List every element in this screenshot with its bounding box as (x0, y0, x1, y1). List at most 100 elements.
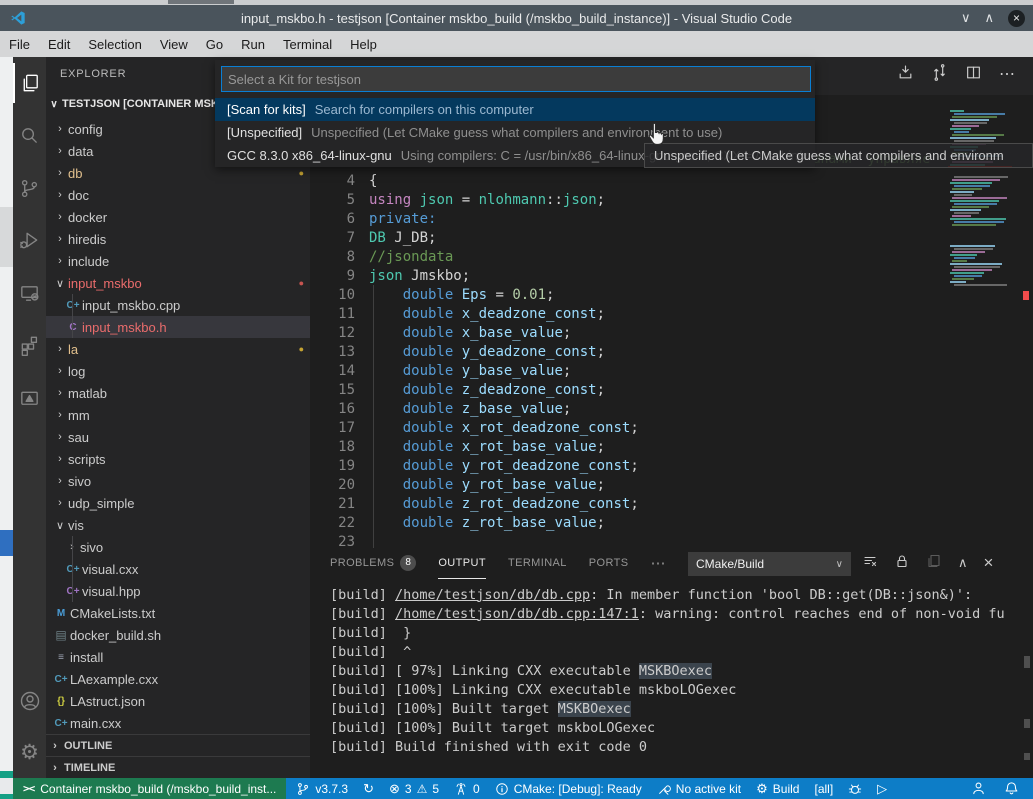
close-icon[interactable]: × (1008, 9, 1025, 27)
tree-item-main.cxx[interactable]: C+ main.cxx (46, 712, 310, 734)
panel-scroll-mark (1024, 753, 1030, 760)
open-in-editor-icon[interactable] (926, 553, 942, 574)
tree-item-visual.cxx[interactable]: C+ visual.cxx (46, 558, 310, 580)
status-cmake-status[interactable]: CMake: [Debug]: Ready (495, 782, 642, 796)
cmake-icon (18, 387, 41, 410)
menu-selection[interactable]: Selection (79, 31, 150, 57)
chevron-down-icon: ∨ (835, 558, 843, 570)
tree-item-LAstruct.json[interactable]: {} LAstruct.json (46, 690, 310, 712)
tools-icon (657, 782, 671, 796)
tree-item-mm[interactable]: › mm (46, 404, 310, 426)
activity-cmake[interactable] (13, 378, 46, 418)
remote-indicator[interactable]: >< Container mskbo_build (/mskbo_build_i… (13, 778, 287, 799)
quickpick-item-0[interactable]: [Scan for kits] Search for compilers on t… (215, 98, 815, 121)
tab-output[interactable]: OUTPUT (438, 548, 486, 579)
tree-item-scripts[interactable]: › scripts (46, 448, 310, 470)
activity-accounts[interactable] (13, 681, 46, 721)
menu-edit[interactable]: Edit (39, 31, 79, 57)
menu-view[interactable]: View (151, 31, 197, 57)
status-debug-target[interactable] (848, 782, 862, 796)
panel-close-icon[interactable]: × (984, 554, 994, 573)
tree-item-doc[interactable]: › doc (46, 184, 310, 206)
tree-item-sau[interactable]: › sau (46, 426, 310, 448)
status-feedback[interactable] (971, 781, 986, 796)
file-link[interactable]: /home/testjson/db/db.cpp:147:1 (395, 606, 639, 622)
more-actions-icon: ⋯ (999, 66, 1015, 83)
tree-item-visual.hpp[interactable]: C+ visual.hpp (46, 580, 310, 602)
menu-bar: File Edit Selection View Go Run Terminal Help (0, 31, 1033, 57)
code-line-13: 13 double y_deadzone_const; (338, 343, 606, 360)
status-build[interactable]: ⚙ Build (756, 782, 799, 796)
code-line-18: 18 double x_rot_base_value; (338, 438, 606, 455)
tree-item-install[interactable]: ≡ install (46, 646, 310, 668)
menu-terminal[interactable]: Terminal (274, 31, 341, 57)
panel-more-icon[interactable]: ⋯ (651, 548, 666, 578)
status-problems[interactable]: ⊗ 3 ⚠ 5 (389, 782, 439, 796)
maximize-icon[interactable]: ∧ (984, 10, 994, 26)
output-channel-select[interactable]: CMake/Build ∨ (688, 552, 851, 576)
file-icon-cmake: M (56, 607, 66, 619)
tab-ports[interactable]: PORTS (589, 548, 629, 578)
output-line: [build] } (330, 624, 412, 641)
feedback-icon (971, 781, 986, 796)
status-launch-target[interactable]: ▷ (877, 782, 887, 795)
outline-section[interactable]: › OUTLINE (46, 734, 310, 757)
status-build-target[interactable]: [all] (814, 782, 833, 796)
file-link[interactable]: /home/testjson/db/db.cpp (395, 587, 590, 603)
tree-item-vis[interactable]: ∨ vis (46, 514, 310, 536)
tree-item-la[interactable]: › la ● (46, 338, 310, 360)
tree-item-docker[interactable]: › docker (46, 206, 310, 228)
status-sync[interactable]: ↻ (363, 782, 374, 795)
kit-tooltip: Unspecified (Let CMake guess what compil… (644, 143, 1033, 168)
tree-item-LAexample.cxx[interactable]: C+ LAexample.cxx (46, 668, 310, 690)
split-editor-icon (965, 64, 982, 81)
menu-go[interactable]: Go (197, 31, 232, 57)
tree-item-log[interactable]: › log (46, 360, 310, 382)
code-line-16: 16 double z_base_value; (338, 400, 572, 417)
tree-item-udp_simple[interactable]: › udp_simple (46, 492, 310, 514)
menu-file[interactable]: File (0, 31, 39, 57)
activity-extensions[interactable] (13, 325, 46, 365)
more-actions-icon[interactable]: ⋯ (999, 66, 1015, 84)
tree-item-sivo[interactable]: ›sivo (46, 536, 310, 558)
menu-run[interactable]: Run (232, 31, 274, 57)
panel-maximize-icon[interactable]: ∧ (958, 554, 968, 572)
clear-output-icon[interactable] (862, 553, 878, 574)
file-icon-json: {} (57, 695, 65, 707)
file-icon-list: ≡ (58, 651, 64, 663)
tree-item-input_mskbo.h[interactable]: Cinput_mskbo.h3 (46, 316, 310, 338)
activity-search[interactable] (13, 115, 46, 155)
activity-remote-explorer[interactable] (13, 273, 46, 313)
quickpick-input[interactable] (221, 66, 811, 92)
tree-item-hiredis[interactable]: › hiredis (46, 228, 310, 250)
tab-problems[interactable]: PROBLEMS 8 (330, 548, 417, 578)
status-active-kit[interactable]: No active kit (657, 782, 741, 796)
bell-icon (1004, 781, 1019, 796)
panel-maximize-icon: ∧ (958, 555, 968, 570)
status-git-version[interactable]: v3.7.3 (296, 782, 348, 796)
timeline-section[interactable]: › TIMELINE (46, 756, 310, 778)
tree-item-input_mskbo[interactable]: ∨ input_mskbo ● (46, 272, 310, 294)
minimize-icon[interactable]: ∨ (961, 10, 971, 26)
split-editor-icon[interactable] (965, 64, 982, 86)
extensions-icon (18, 334, 41, 357)
status-notifications[interactable] (1004, 781, 1019, 796)
tree-item-input_mskbo.cpp[interactable]: C+ input_mskbo.cpp (46, 294, 310, 316)
tree-item-docker_build.sh[interactable]: ▤ docker_build.sh (46, 624, 310, 646)
activity-source-control[interactable] (13, 168, 46, 208)
tree-item-CMakeLists.txt[interactable]: M CMakeLists.txt (46, 602, 310, 624)
tree-item-matlab[interactable]: › matlab (46, 382, 310, 404)
status-ports[interactable]: 0 (454, 782, 480, 796)
tree-item-include[interactable]: › include (46, 250, 310, 272)
menu-help[interactable]: Help (341, 31, 386, 57)
activity-run-and-debug[interactable] (13, 220, 46, 260)
tree-item-sivo[interactable]: ›sivo (46, 470, 310, 492)
activity-explorer[interactable] (13, 63, 46, 103)
tab-terminal[interactable]: TERMINAL (508, 548, 567, 578)
activity-settings[interactable]: ⚙ (13, 732, 46, 772)
switch-header-source-icon[interactable] (931, 64, 948, 86)
chevron-down-icon: ∨ (55, 519, 65, 532)
lock-icon[interactable] (894, 553, 910, 574)
quickpick-item-1[interactable]: [Unspecified] Unspecified (Let CMake gues… (215, 121, 815, 144)
download-icon[interactable] (897, 64, 914, 86)
